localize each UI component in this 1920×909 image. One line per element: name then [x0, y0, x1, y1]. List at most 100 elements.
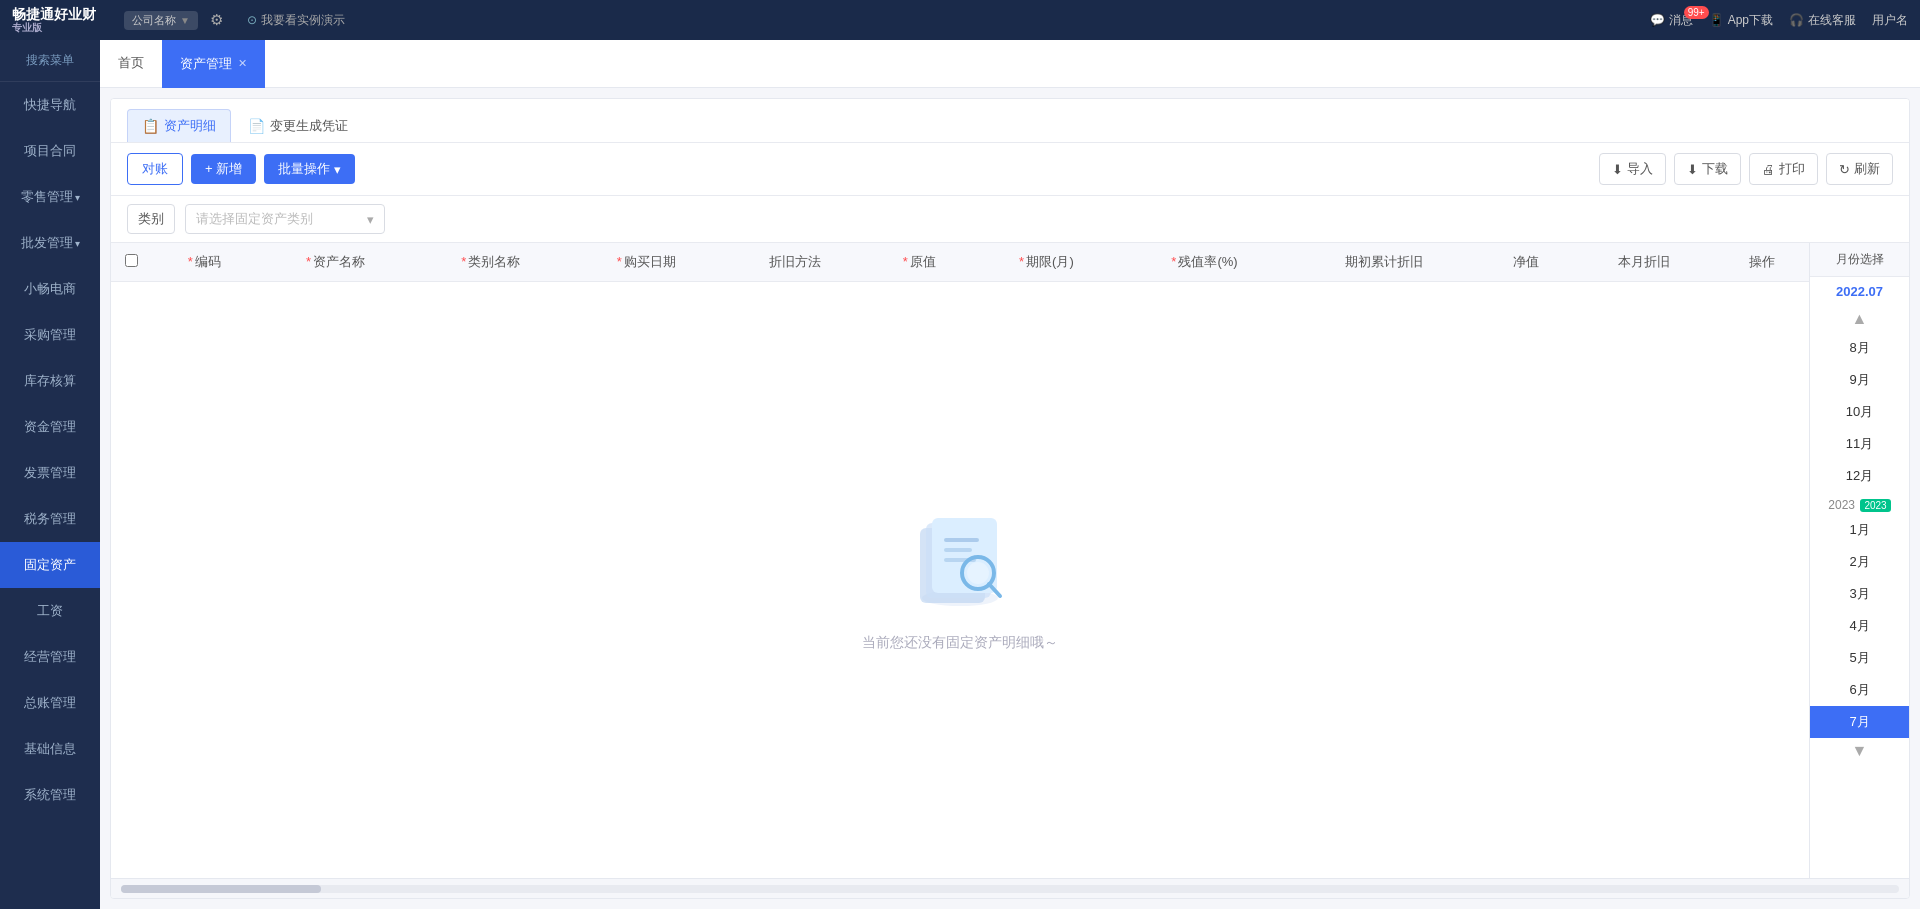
- message-button[interactable]: 💬 消息 99+: [1650, 12, 1693, 29]
- table-month-wrapper: *编码 *资产名称 *类别名称 *购买日期 折旧方法 *原值 *期限(月) *残…: [111, 243, 1909, 878]
- tab-asset-mgmt[interactable]: 资产管理 ✕: [162, 40, 265, 88]
- toolbar: 对账 + 新增 批量操作 ▾ ⬇ 导入 ⬇ 下载: [111, 143, 1909, 196]
- sidebar-item-ecommerce[interactable]: 小畅电商: [0, 266, 100, 312]
- change-voucher-icon: 📄: [248, 118, 265, 134]
- app-download-button[interactable]: 📱 App下载: [1709, 12, 1773, 29]
- asset-detail-icon: 📋: [142, 118, 159, 134]
- sidebar-item-basic-info[interactable]: 基础信息: [0, 726, 100, 772]
- user-button[interactable]: 用户名: [1872, 12, 1908, 29]
- sidebar-item-fixed-assets[interactable]: 固定资产: [0, 542, 100, 588]
- month-panel-header: 月份选择: [1810, 243, 1909, 277]
- th-operation: 操作: [1715, 243, 1809, 282]
- top-bar: 畅捷通好业财 专业版 公司名称 ▼ ⚙ 我要看实例演示 💬 消息 99+ 📱 A…: [0, 0, 1920, 40]
- svg-rect-5: [944, 548, 972, 552]
- th-depreciation-method: 折旧方法: [724, 243, 866, 282]
- app-logo: 畅捷通好业财 专业版: [12, 6, 96, 35]
- print-button[interactable]: 🖨 打印: [1749, 153, 1818, 185]
- empty-state: 当前您还没有固定资产明细哦～: [111, 282, 1809, 878]
- svg-point-8: [967, 562, 989, 584]
- download-button[interactable]: ⬇ 下载: [1674, 153, 1741, 185]
- th-net-value: 净值: [1480, 243, 1574, 282]
- sidebar-item-retail[interactable]: 零售管理 ▾: [0, 174, 100, 220]
- sidebar-item-salary[interactable]: 工资: [0, 588, 100, 634]
- sub-tab-change-voucher[interactable]: 📄 变更生成凭证: [233, 109, 363, 142]
- svg-rect-4: [944, 538, 979, 542]
- th-purchase-date: *购买日期: [568, 243, 723, 282]
- sub-tab-asset-detail[interactable]: 📋 资产明细: [127, 109, 231, 142]
- scrollbar-thumb[interactable]: [121, 885, 321, 893]
- sub-tabs: 📋 资产明细 📄 变更生成凭证: [111, 99, 1909, 143]
- month-item-11[interactable]: 11月: [1810, 428, 1909, 460]
- category-filter-label: 类别: [127, 204, 175, 234]
- month-scroll-down[interactable]: ▼: [1810, 738, 1909, 764]
- sidebar-item-finance[interactable]: 资金管理: [0, 404, 100, 450]
- year-2023-label: 2023 2023: [1810, 492, 1909, 514]
- th-period: *期限(月): [973, 243, 1120, 282]
- scrollbar-track[interactable]: [121, 885, 1899, 893]
- th-checkbox: [111, 243, 151, 282]
- tab-bar: 首页 资产管理 ✕: [100, 40, 1920, 88]
- month-item-2023-1[interactable]: 1月: [1810, 514, 1909, 546]
- main-layout: 搜索菜单 快捷导航 项目合同 零售管理 ▾ 批发管理 ▾ 小畅电商 采购管理 库: [0, 40, 1920, 909]
- month-item-9[interactable]: 9月: [1810, 364, 1909, 396]
- empty-state-icon: [900, 508, 1020, 618]
- th-residual-rate: *残值率(%): [1120, 243, 1289, 282]
- current-year-display[interactable]: 2022.07: [1810, 277, 1909, 306]
- batch-dropdown-icon: ▾: [334, 162, 341, 177]
- tab-home[interactable]: 首页: [100, 40, 162, 88]
- th-original-value: *原值: [866, 243, 973, 282]
- month-item-2023-5[interactable]: 5月: [1810, 642, 1909, 674]
- select-all-checkbox[interactable]: [125, 254, 138, 267]
- filter-dropdown-icon: ▾: [367, 212, 374, 227]
- sidebar-item-system[interactable]: 系统管理: [0, 772, 100, 818]
- sidebar-item-operations[interactable]: 经营管理: [0, 634, 100, 680]
- sidebar-item-inventory[interactable]: 库存核算: [0, 358, 100, 404]
- month-item-12[interactable]: 12月: [1810, 460, 1909, 492]
- demo-link[interactable]: 我要看实例演示: [247, 12, 345, 29]
- add-button[interactable]: + 新增: [191, 154, 256, 184]
- month-item-2023-7[interactable]: 7月: [1810, 706, 1909, 738]
- settings-icon[interactable]: ⚙: [210, 11, 223, 29]
- th-accumulated: 期初累计折旧: [1289, 243, 1480, 282]
- month-item-2023-6[interactable]: 6月: [1810, 674, 1909, 706]
- tab-close-icon[interactable]: ✕: [238, 57, 247, 70]
- sidebar-item-ledger[interactable]: 总账管理: [0, 680, 100, 726]
- month-item-2023-3[interactable]: 3月: [1810, 578, 1909, 610]
- toolbar-right: ⬇ 导入 ⬇ 下载 🖨 打印 ↻ 刷新: [1599, 153, 1893, 185]
- content-area: 首页 资产管理 ✕ 📋 资产明细 📄 变更生成凭证: [100, 40, 1920, 909]
- sidebar: 搜索菜单 快捷导航 项目合同 零售管理 ▾ 批发管理 ▾ 小畅电商 采购管理 库: [0, 40, 100, 909]
- refresh-button[interactable]: ↻ 刷新: [1826, 153, 1893, 185]
- month-item-2023-2[interactable]: 2月: [1810, 546, 1909, 578]
- message-badge: 99+: [1684, 6, 1709, 19]
- table-area: *编码 *资产名称 *类别名称 *购买日期 折旧方法 *原值 *期限(月) *残…: [111, 243, 1809, 878]
- month-scroll-up[interactable]: ▲: [1810, 306, 1909, 332]
- th-name: *资产名称: [258, 243, 413, 282]
- asset-table: *编码 *资产名称 *类别名称 *购买日期 折旧方法 *原值 *期限(月) *残…: [111, 243, 1809, 282]
- month-item-2023-4[interactable]: 4月: [1810, 610, 1909, 642]
- batch-button[interactable]: 批量操作 ▾: [264, 154, 355, 184]
- month-panel: 月份选择 2022.07 ▲ 8月 9月 10月 11月 12月 2023 20…: [1809, 243, 1909, 878]
- th-category: *类别名称: [413, 243, 568, 282]
- sidebar-item-tax[interactable]: 税务管理: [0, 496, 100, 542]
- inner-page: 📋 资产明细 📄 变更生成凭证 对账 + 新增 批量操作 ▾: [110, 98, 1910, 899]
- sidebar-item-wholesale[interactable]: 批发管理 ▾: [0, 220, 100, 266]
- sidebar-item-search-menu[interactable]: 搜索菜单: [0, 40, 100, 82]
- online-service-button[interactable]: 🎧 在线客服: [1789, 12, 1856, 29]
- table-header-row: *编码 *资产名称 *类别名称 *购买日期 折旧方法 *原值 *期限(月) *残…: [111, 243, 1809, 282]
- th-monthly-dep: 本月折旧: [1573, 243, 1715, 282]
- month-item-8[interactable]: 8月: [1810, 332, 1909, 364]
- year-badge: 2023: [1860, 499, 1890, 512]
- category-filter-select[interactable]: 请选择固定资产类别 ▾: [185, 204, 385, 234]
- filter-row: 类别 请选择固定资产类别 ▾: [111, 196, 1909, 243]
- sidebar-item-invoice[interactable]: 发票管理: [0, 450, 100, 496]
- import-button[interactable]: ⬇ 导入: [1599, 153, 1666, 185]
- sidebar-item-purchase[interactable]: 采购管理: [0, 312, 100, 358]
- month-item-10[interactable]: 10月: [1810, 396, 1909, 428]
- th-code: *编码: [151, 243, 258, 282]
- sidebar-item-project[interactable]: 项目合同: [0, 128, 100, 174]
- empty-state-text: 当前您还没有固定资产明细哦～: [862, 634, 1058, 652]
- company-selector[interactable]: 公司名称 ▼: [124, 11, 198, 30]
- sidebar-item-quick-nav[interactable]: 快捷导航: [0, 82, 100, 128]
- reconcile-button[interactable]: 对账: [127, 153, 183, 185]
- top-bar-right: 💬 消息 99+ 📱 App下载 🎧 在线客服 用户名: [1650, 12, 1908, 29]
